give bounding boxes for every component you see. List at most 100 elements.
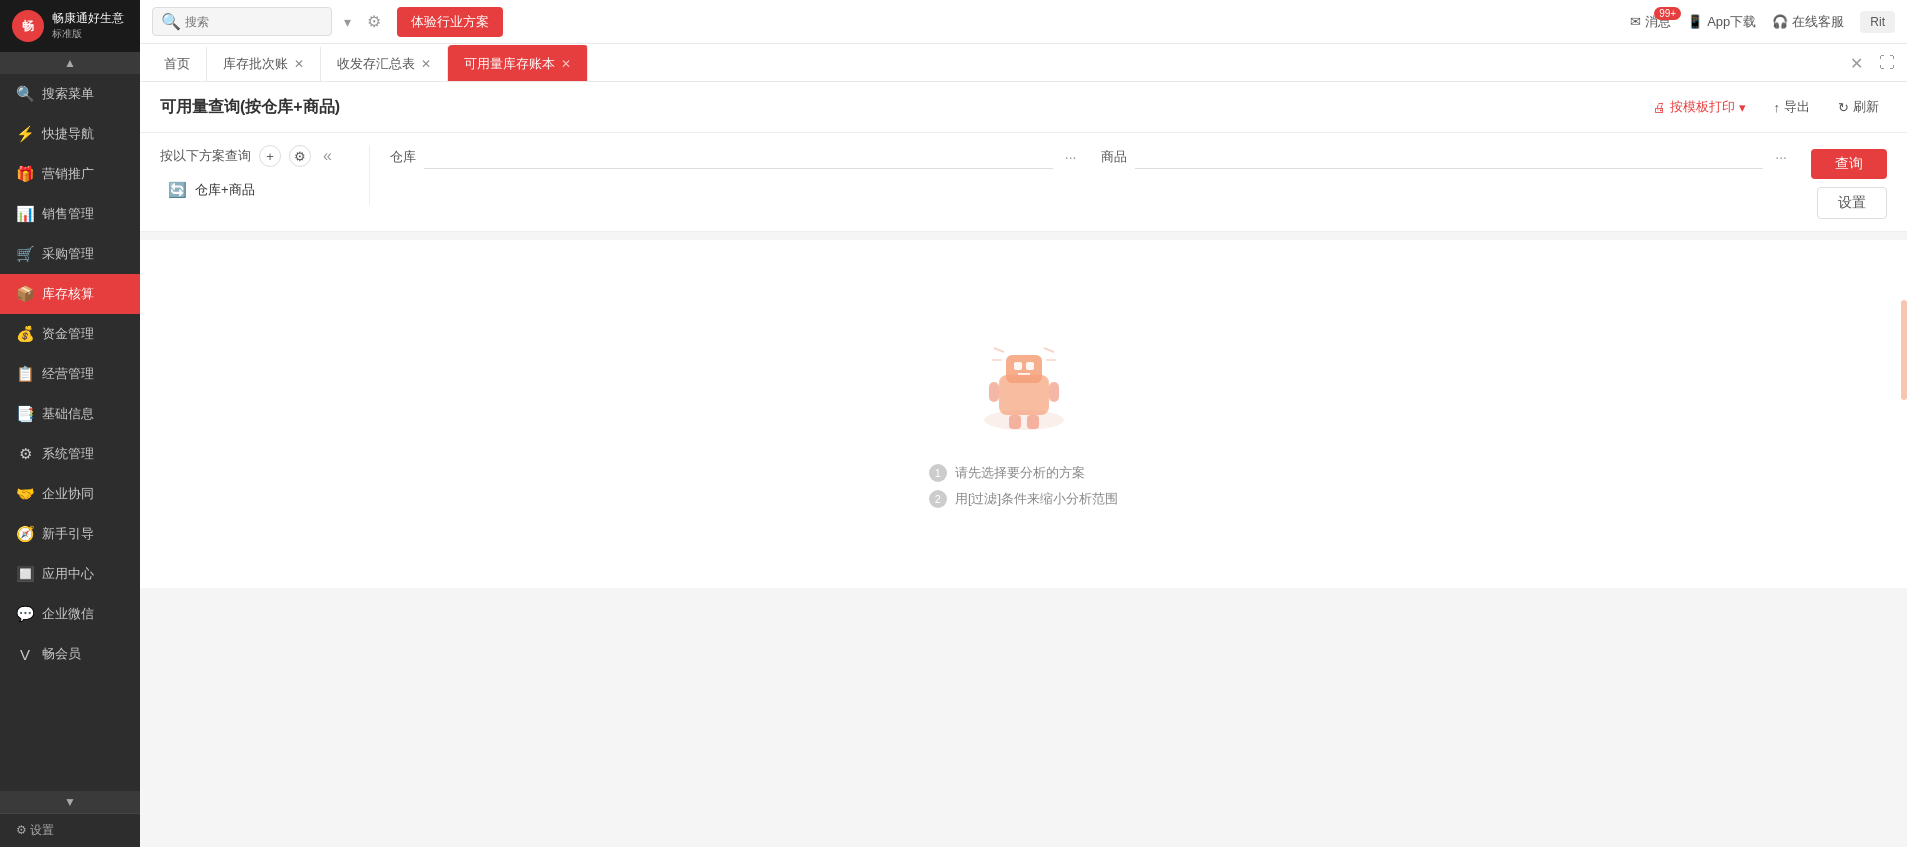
sidebar-scroll-down[interactable]: ▼ xyxy=(0,791,140,813)
app-center-icon: 🔲 xyxy=(16,565,34,583)
filter-actions: 查询 设置 xyxy=(1811,145,1887,219)
add-scheme-btn[interactable]: + xyxy=(259,145,281,167)
tab-receipt-summary[interactable]: 收发存汇总表 ✕ xyxy=(321,45,448,81)
empty-tip-1: 1 请先选择要分析的方案 xyxy=(929,464,1085,482)
sidebar-item-label-new-guide: 新手引导 xyxy=(42,525,94,543)
tab-batch-ledger[interactable]: 库存批次账 ✕ xyxy=(207,45,321,81)
operations-mgmt-icon: 📋 xyxy=(16,365,34,383)
topbar: 🔍 ▾ ⚙ 体验行业方案 ✉ 消息 99+ 📱 App下载 🎧 在线客服 Rit xyxy=(140,0,1907,44)
topbar-trial-btn[interactable]: 体验行业方案 xyxy=(397,7,503,37)
svg-rect-3 xyxy=(1014,362,1022,370)
empty-tip-2: 2 用[过滤]条件来缩小分析范围 xyxy=(929,490,1118,508)
sidebar-item-member[interactable]: V 畅会员 xyxy=(0,634,140,674)
sidebar-item-app-center[interactable]: 🔲 应用中心 xyxy=(0,554,140,594)
page-title: 可用量查询(按仓库+商品) xyxy=(160,97,340,118)
sidebar-item-label-search: 搜索菜单 xyxy=(42,85,94,103)
sidebar-item-sales-mgmt[interactable]: 📊销售管理 xyxy=(0,194,140,234)
purchase-mgmt-icon: 🛒 xyxy=(16,245,34,263)
sidebar-item-label-app-center: 应用中心 xyxy=(42,565,94,583)
sidebar-item-enterprise-wechat[interactable]: 💬企业微信 xyxy=(0,594,140,634)
inventory-calc-icon: 📦 xyxy=(16,285,34,303)
sidebar-item-purchase-mgmt[interactable]: 🛒 采购管理 xyxy=(0,234,140,274)
empty-state: 1 请先选择要分析的方案 2 用[过滤]条件来缩小分析范围 xyxy=(140,240,1907,588)
message-icon: ✉ xyxy=(1630,14,1641,29)
topbar-search-input[interactable] xyxy=(185,15,315,29)
tab-close-receipt-summary[interactable]: ✕ xyxy=(421,57,431,71)
topbar-user[interactable]: Rit xyxy=(1860,11,1895,33)
query-btn[interactable]: 查询 xyxy=(1811,149,1887,179)
page-title-actions: 🖨 按模板打印 ▾ ↑ 导出 ↻ 刷新 xyxy=(1645,94,1888,120)
filter-settings-btn[interactable]: 设置 xyxy=(1817,187,1887,219)
sidebar-item-label-basic-info: 基础信息 xyxy=(42,405,94,423)
topbar-dropdown-btn[interactable]: ▾ xyxy=(340,14,355,30)
message-badge: 99+ xyxy=(1654,7,1681,20)
scheme-item-warehouse-product[interactable]: 🔄 仓库+商品 xyxy=(160,175,357,205)
svg-rect-8 xyxy=(1009,415,1021,429)
sidebar-item-fund-mgmt[interactable]: 💰 资金管理 xyxy=(0,314,140,354)
filter-area: 按以下方案查询 + ⚙ « 🔄 仓库+商品 仓库 ··· xyxy=(140,133,1907,232)
fund-mgmt-icon: 💰 xyxy=(16,325,34,343)
tab-close-batch-ledger[interactable]: ✕ xyxy=(294,57,304,71)
sidebar-item-shortcut[interactable]: ⚡快捷导航 xyxy=(0,114,140,154)
svg-rect-9 xyxy=(1027,415,1039,429)
export-icon: ↑ xyxy=(1774,100,1781,115)
sidebar-scroll-up[interactable]: ▲ xyxy=(0,52,140,74)
svg-line-10 xyxy=(994,348,1004,352)
topbar-search-box[interactable]: 🔍 xyxy=(152,7,332,36)
tab-maximize-btn[interactable]: ⛶ xyxy=(1875,49,1899,76)
svg-rect-6 xyxy=(989,382,999,402)
sidebar-item-label-enterprise-wechat: 企业微信 xyxy=(42,605,94,623)
sidebar-item-enterprise-collab[interactable]: 🤝企业协同 xyxy=(0,474,140,514)
sidebar-item-label-member: 畅会员 xyxy=(42,645,81,663)
product-more-btn[interactable]: ··· xyxy=(1771,149,1791,165)
topbar-message[interactable]: ✉ 消息 99+ xyxy=(1630,13,1671,31)
topbar-online-service[interactable]: 🎧 在线客服 xyxy=(1772,13,1844,31)
filter-scheme-panel: 按以下方案查询 + ⚙ « 🔄 仓库+商品 xyxy=(160,145,370,205)
filter-scheme-header: 按以下方案查询 + ⚙ « xyxy=(160,145,357,167)
tab-available-ledger[interactable]: 可用量库存账本 ✕ xyxy=(448,45,588,81)
sidebar-bottom-action[interactable]: ⚙ 设置 xyxy=(0,813,140,847)
warehouse-label: 仓库 xyxy=(390,148,416,166)
collapse-filter-btn[interactable]: « xyxy=(319,147,336,165)
right-edge-scrollbar[interactable] xyxy=(1901,300,1907,400)
product-label: 商品 xyxy=(1101,148,1127,166)
member-icon: V xyxy=(16,646,34,663)
scheme-settings-btn[interactable]: ⚙ xyxy=(289,145,311,167)
tab-close-all-btn[interactable]: ✕ xyxy=(1846,49,1867,76)
sidebar-item-operations-mgmt[interactable]: 📋 经营管理 xyxy=(0,354,140,394)
sidebar-item-new-guide[interactable]: 🧭新手引导 xyxy=(0,514,140,554)
product-input[interactable] xyxy=(1135,145,1764,169)
tab-close-available-ledger[interactable]: ✕ xyxy=(561,57,571,71)
topbar-right: ✉ 消息 99+ 📱 App下载 🎧 在线客服 Rit xyxy=(1630,11,1895,33)
export-btn[interactable]: ↑ 导出 xyxy=(1766,94,1819,120)
svg-rect-2 xyxy=(1006,355,1042,383)
sidebar-item-system-mgmt[interactable]: ⚙系统管理 xyxy=(0,434,140,474)
sidebar: 畅 畅康通好生意 标准版 ▲ 🔍 搜索菜单 ⚡快捷导航🎁营销推广📊销售管理 🛒 采购管理… xyxy=(0,0,140,847)
warehouse-more-btn[interactable]: ··· xyxy=(1061,149,1081,165)
topbar-app-download[interactable]: 📱 App下载 xyxy=(1687,13,1756,31)
sidebar-item-label-operations-mgmt: 经营管理 xyxy=(42,365,94,383)
sidebar-item-search[interactable]: 🔍 搜索菜单 xyxy=(0,74,140,114)
search-icon: 🔍 xyxy=(16,85,34,103)
search-icon: 🔍 xyxy=(161,12,181,31)
filter-row-1: 仓库 ··· 商品 ··· xyxy=(390,145,1791,169)
filter-field-warehouse: 仓库 ··· xyxy=(390,145,1081,169)
sidebar-title-block: 畅康通好生意 标准版 xyxy=(52,11,124,41)
sidebar-item-basic-info[interactable]: 📑基础信息 xyxy=(0,394,140,434)
empty-tips: 1 请先选择要分析的方案 2 用[过滤]条件来缩小分析范围 xyxy=(929,464,1118,508)
print-template-btn[interactable]: 🖨 按模板打印 ▾ xyxy=(1645,94,1754,120)
sidebar-item-label-sales-mgmt: 销售管理 xyxy=(42,205,94,223)
refresh-btn[interactable]: ↻ 刷新 xyxy=(1830,94,1887,120)
tab-home[interactable]: 首页 xyxy=(148,45,207,81)
topbar-settings-icon[interactable]: ⚙ xyxy=(363,12,385,31)
sidebar-logo: 畅 xyxy=(12,10,44,42)
sidebar-item-label-fund-mgmt: 资金管理 xyxy=(42,325,94,343)
sidebar-edition: 标准版 xyxy=(52,27,124,41)
tab-actions: ✕ ⛶ xyxy=(1846,49,1899,76)
sidebar-item-label-purchase-mgmt: 采购管理 xyxy=(42,245,94,263)
app-download-icon: 📱 xyxy=(1687,14,1703,29)
page-content: 可用量查询(按仓库+商品) 🖨 按模板打印 ▾ ↑ 导出 ↻ 刷新 xyxy=(140,82,1907,847)
warehouse-input[interactable] xyxy=(424,145,1053,169)
sidebar-item-marketing-promo[interactable]: 🎁营销推广 xyxy=(0,154,140,194)
sidebar-item-inventory-calc[interactable]: 📦库存核算 xyxy=(0,274,140,314)
